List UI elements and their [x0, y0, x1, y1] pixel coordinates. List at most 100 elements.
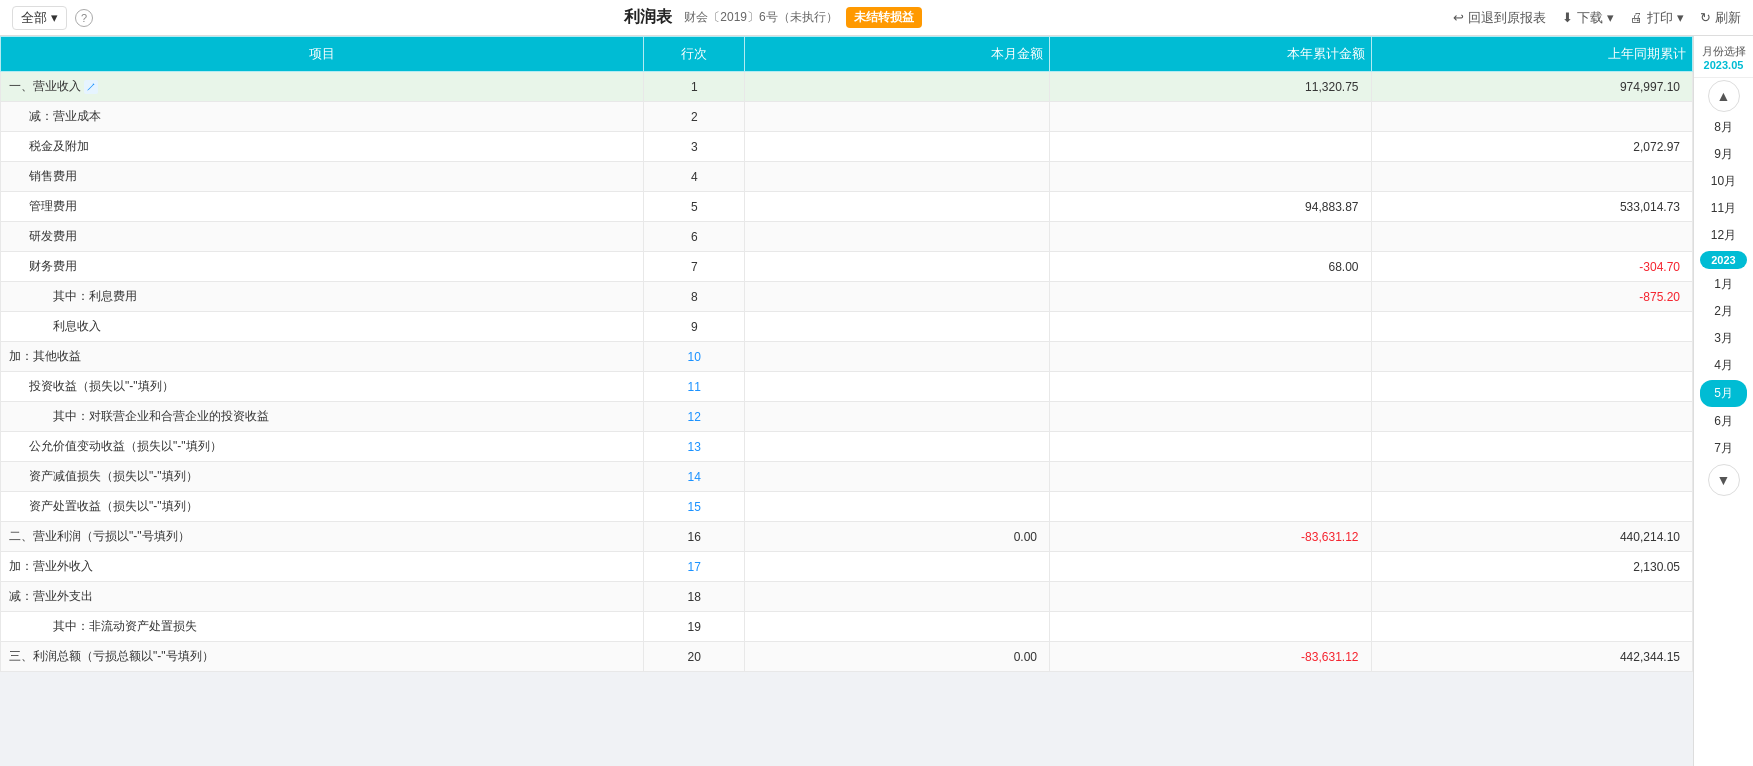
- month-item[interactable]: 12月: [1694, 222, 1753, 249]
- table-row: 资产减值损失（损失以"-"填列）14: [1, 462, 1693, 492]
- table-row: 销售费用4: [1, 162, 1693, 192]
- edit-icon[interactable]: [81, 79, 98, 93]
- cell-line: 16: [643, 522, 745, 552]
- back-button[interactable]: ↩ 回退到原报表: [1453, 9, 1546, 27]
- table-row: 二、营业利润（亏损以"-"号填列）160.00-83,631.12440,214…: [1, 522, 1693, 552]
- cell-year: 94,883.87: [1050, 192, 1371, 222]
- cell-prev: [1371, 312, 1693, 342]
- cell-prev: [1371, 462, 1693, 492]
- table-row: 研发费用6: [1, 222, 1693, 252]
- month-item[interactable]: 5月: [1700, 380, 1747, 407]
- cell-month: [745, 432, 1050, 462]
- cell-prev: [1371, 492, 1693, 522]
- month-list: 8月9月10月11月12月 2023 1月2月3月4月5月6月7月: [1694, 114, 1753, 462]
- cell-item: 其中：非流动资产处置损失: [1, 612, 644, 642]
- cell-year: 11,320.75: [1050, 72, 1371, 102]
- sidebar-down-button[interactable]: ▼: [1708, 464, 1740, 496]
- cell-item: 利息收入: [1, 312, 644, 342]
- cell-item: 资产减值损失（损失以"-"填列）: [1, 462, 644, 492]
- sidebar-up-button[interactable]: ▲: [1708, 80, 1740, 112]
- cell-prev: [1371, 432, 1693, 462]
- cell-item: 减：营业外支出: [1, 582, 644, 612]
- chevron-down-icon: ▾: [51, 10, 58, 25]
- cell-line[interactable]: 15: [643, 492, 745, 522]
- table-row: 利息收入9: [1, 312, 1693, 342]
- cell-item: 税金及附加: [1, 132, 644, 162]
- cell-month: [745, 342, 1050, 372]
- print-chevron: ▾: [1677, 10, 1684, 25]
- cell-year: [1050, 312, 1371, 342]
- month-item[interactable]: 11月: [1694, 195, 1753, 222]
- cell-item: 公允价值变动收益（损失以"-"填列）: [1, 432, 644, 462]
- cell-item: 加：其他收益: [1, 342, 644, 372]
- header-year: 本年累计金额: [1050, 37, 1371, 72]
- cell-line[interactable]: 12: [643, 402, 745, 432]
- cell-line: 1: [643, 72, 745, 102]
- cell-prev: [1371, 162, 1693, 192]
- cell-line[interactable]: 13: [643, 432, 745, 462]
- month-sidebar-label: 月份选择: [1696, 44, 1751, 58]
- cell-year: [1050, 402, 1371, 432]
- month-item[interactable]: 7月: [1694, 435, 1753, 462]
- cell-month: [745, 612, 1050, 642]
- cell-item: 其中：对联营企业和合营企业的投资收益: [1, 402, 644, 432]
- cell-prev: [1371, 402, 1693, 432]
- table-row: 财务费用768.00-304.70: [1, 252, 1693, 282]
- month-sidebar-title: 月份选择 2023.05: [1694, 40, 1753, 78]
- table-row: 其中：非流动资产处置损失19: [1, 612, 1693, 642]
- cell-line[interactable]: 11: [643, 372, 745, 402]
- month-sidebar-year: 2023.05: [1696, 58, 1751, 72]
- cell-line: 6: [643, 222, 745, 252]
- cell-line: 3: [643, 132, 745, 162]
- help-icon[interactable]: ?: [75, 9, 93, 27]
- month-item[interactable]: 8月: [1694, 114, 1753, 141]
- cell-line: 4: [643, 162, 745, 192]
- cell-year: [1050, 162, 1371, 192]
- table-row: 投资收益（损失以"-"填列）11: [1, 372, 1693, 402]
- month-item[interactable]: 10月: [1694, 168, 1753, 195]
- month-item[interactable]: 2023: [1700, 251, 1747, 269]
- table-row: 其中：对联营企业和合营企业的投资收益12: [1, 402, 1693, 432]
- cell-line[interactable]: 10: [643, 342, 745, 372]
- cell-line[interactable]: 14: [643, 462, 745, 492]
- back-icon: ↩: [1453, 10, 1464, 25]
- print-button[interactable]: 🖨 打印 ▾: [1630, 9, 1684, 27]
- cell-month: [745, 72, 1050, 102]
- back-label: 回退到原报表: [1468, 9, 1546, 27]
- cell-prev: [1371, 582, 1693, 612]
- cell-month: [745, 162, 1050, 192]
- cell-item: 投资收益（损失以"-"填列）: [1, 372, 644, 402]
- month-item[interactable]: 6月: [1694, 408, 1753, 435]
- print-label: 打印: [1647, 9, 1673, 27]
- cell-item: 资产处置收益（损失以"-"填列）: [1, 492, 644, 522]
- cell-month: [745, 552, 1050, 582]
- cell-line: 2: [643, 102, 745, 132]
- month-item[interactable]: 9月: [1694, 141, 1753, 168]
- cell-item: 一、营业收入: [1, 72, 644, 102]
- cell-year: [1050, 342, 1371, 372]
- cell-month: [745, 462, 1050, 492]
- download-chevron: ▾: [1607, 10, 1614, 25]
- cell-line: 5: [643, 192, 745, 222]
- header-month: 本月金额: [745, 37, 1050, 72]
- scope-label: 全部: [21, 9, 47, 27]
- cell-year: [1050, 132, 1371, 162]
- cell-line: 20: [643, 642, 745, 672]
- cell-month: [745, 132, 1050, 162]
- table-row: 一、营业收入 111,320.75974,997.10: [1, 72, 1693, 102]
- download-button[interactable]: ⬇ 下载 ▾: [1562, 9, 1614, 27]
- scope-selector[interactable]: 全部 ▾: [12, 6, 67, 30]
- month-item[interactable]: 2月: [1694, 298, 1753, 325]
- table-row: 公允价值变动收益（损失以"-"填列）13: [1, 432, 1693, 462]
- refresh-button[interactable]: ↻ 刷新: [1700, 9, 1741, 27]
- cell-item: 管理费用: [1, 192, 644, 222]
- cell-month: [745, 102, 1050, 132]
- cell-line[interactable]: 17: [643, 552, 745, 582]
- download-label: 下载: [1577, 9, 1603, 27]
- cell-month: [745, 402, 1050, 432]
- month-item[interactable]: 3月: [1694, 325, 1753, 352]
- cell-year: 68.00: [1050, 252, 1371, 282]
- month-item[interactable]: 1月: [1694, 271, 1753, 298]
- cell-year: [1050, 462, 1371, 492]
- month-item[interactable]: 4月: [1694, 352, 1753, 379]
